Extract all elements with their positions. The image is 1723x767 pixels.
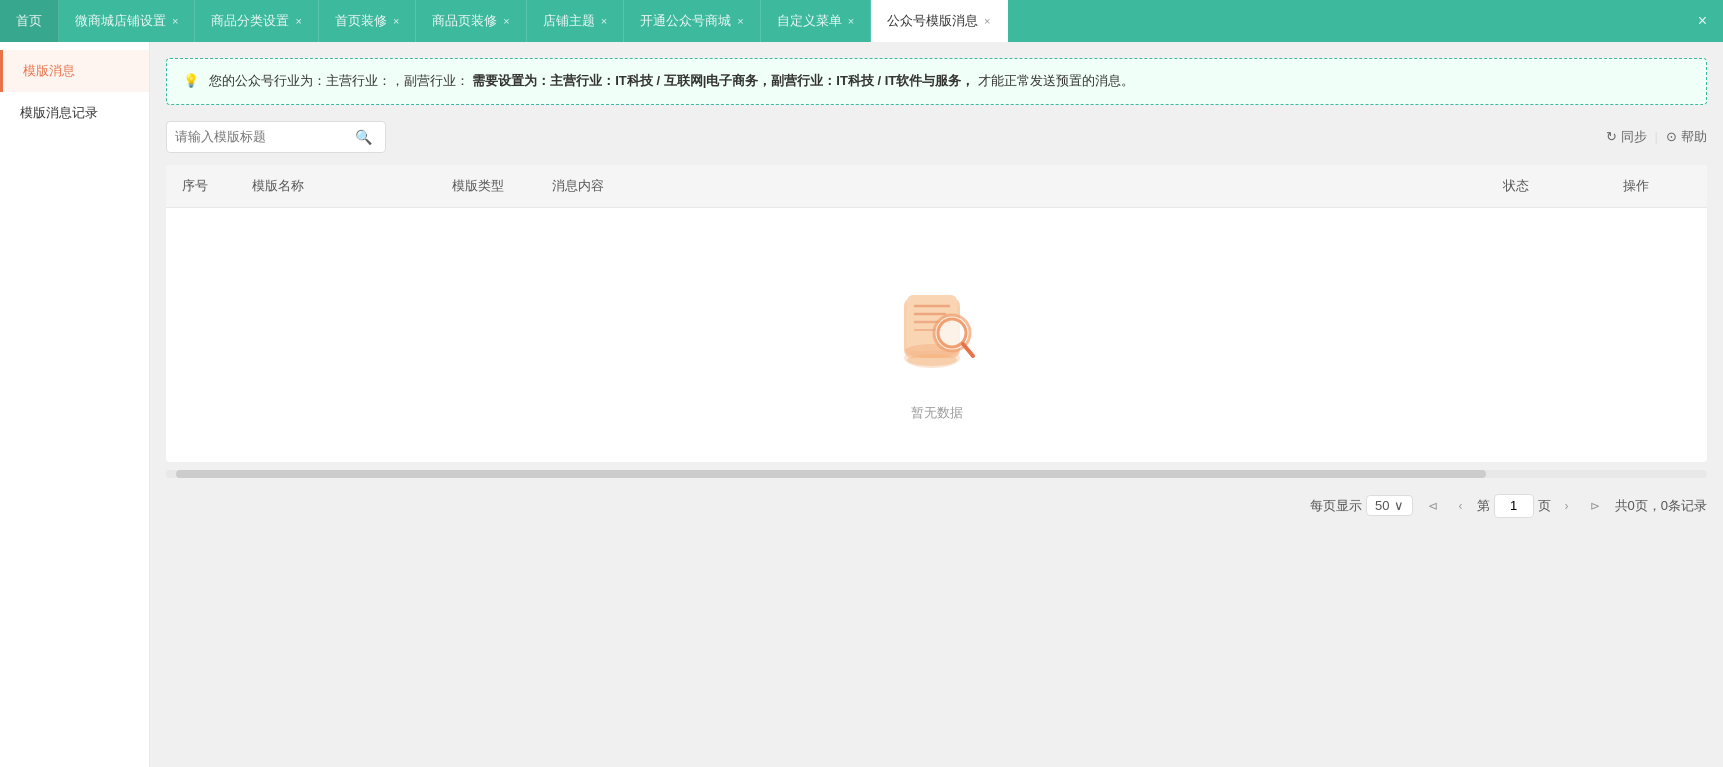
col-index: 序号 (166, 165, 236, 208)
last-page-button[interactable]: ⊳ (1583, 494, 1607, 518)
horizontal-scrollbar[interactable] (166, 470, 1707, 478)
tab-shop-settings-close[interactable]: × (172, 15, 178, 27)
scrollbar-thumb[interactable] (176, 470, 1486, 478)
help-label: 帮助 (1681, 128, 1707, 146)
tab-home-decor-close[interactable]: × (393, 15, 399, 27)
page-size-select: 每页显示 50 ∨ (1310, 495, 1412, 516)
tab-open-mall-close[interactable]: × (737, 15, 743, 27)
empty-icon (877, 268, 997, 388)
tab-open-mall-label: 开通公众号商城 (640, 12, 731, 30)
tab-open-mall[interactable]: 开通公众号商城 × (624, 0, 760, 42)
table-body: 暂无数据 (166, 207, 1707, 462)
page-unit: 页 (1538, 497, 1551, 515)
chevron-down-icon: ∨ (1394, 498, 1404, 513)
tab-product-decor-close[interactable]: × (503, 15, 509, 27)
tab-custom-menu-label: 自定义菜单 (777, 12, 842, 30)
tab-template-msg-label: 公众号模版消息 (887, 12, 978, 30)
tab-home-label: 首页 (16, 12, 42, 30)
tab-category-settings-label: 商品分类设置 (211, 12, 289, 30)
sidebar: 模版消息 模版消息记录 (0, 42, 150, 767)
data-table: 序号 模版名称 模版类型 消息内容 状态 操作 (166, 165, 1707, 462)
search-input-wrap[interactable]: 🔍 (166, 121, 386, 153)
page-size-dropdown[interactable]: 50 ∨ (1366, 495, 1412, 516)
tab-product-decor[interactable]: 商品页装修 × (416, 0, 526, 42)
tab-shop-settings[interactable]: 微商城店铺设置 × (59, 0, 195, 42)
tab-home-decor[interactable]: 首页装修 × (319, 0, 416, 42)
tab-custom-menu[interactable]: 自定义菜单 × (761, 0, 871, 42)
tab-bar-close-all[interactable]: × (1682, 12, 1723, 30)
search-icon[interactable]: 🔍 (355, 129, 372, 145)
empty-row: 暂无数据 (166, 207, 1707, 462)
sidebar-item-template-msg-record[interactable]: 模版消息记录 (0, 92, 149, 134)
page-size-value: 50 (1375, 498, 1389, 513)
sync-label: 同步 (1621, 128, 1647, 146)
col-action: 操作 (1607, 165, 1707, 208)
tab-template-msg-close[interactable]: × (984, 15, 990, 27)
help-icon: ⊙ (1666, 129, 1677, 144)
tab-category-settings[interactable]: 商品分类设置 × (195, 0, 318, 42)
notice-suffix: 才能正常发送预置的消息。 (978, 73, 1134, 88)
tab-home-decor-label: 首页装修 (335, 12, 387, 30)
first-page-button[interactable]: ⊲ (1421, 494, 1445, 518)
page-nav: ⊲ ‹ 第 页 › ⊳ (1421, 494, 1607, 518)
svg-line-10 (963, 344, 973, 356)
col-name: 模版名称 (236, 165, 436, 208)
notice-banner: 💡 您的公众号行业为：主营行业：，副营行业： 需要设置为：主营行业：IT科技 /… (166, 58, 1707, 105)
notice-icon: 💡 (183, 73, 199, 88)
sidebar-item-template-msg[interactable]: 模版消息 (0, 50, 149, 92)
col-status: 状态 (1487, 165, 1607, 208)
notice-prefix: 您的公众号行业为：主营行业：，副营行业： (209, 73, 469, 88)
page-number-input[interactable] (1494, 494, 1534, 518)
page-input-wrap: 第 页 (1477, 494, 1551, 518)
sync-button[interactable]: ↻ 同步 (1606, 128, 1647, 146)
next-page-button[interactable]: › (1555, 494, 1579, 518)
table-wrapper: 序号 模版名称 模版类型 消息内容 状态 操作 (166, 165, 1707, 462)
empty-state: 暂无数据 (166, 208, 1707, 462)
tab-store-theme-close[interactable]: × (601, 15, 607, 27)
tab-shop-settings-label: 微商城店铺设置 (75, 12, 166, 30)
total-info: 共0页，0条记录 (1615, 497, 1707, 515)
search-actions: ↻ 同步 | ⊙ 帮助 (1606, 128, 1707, 146)
col-type: 模版类型 (436, 165, 536, 208)
page-label: 第 (1477, 497, 1490, 515)
help-button[interactable]: ⊙ 帮助 (1666, 128, 1707, 146)
sync-icon: ↻ (1606, 129, 1617, 144)
notice-highlight: 需要设置为：主营行业：IT科技 / 互联网|电子商务，副营行业：IT科技 / I… (472, 73, 974, 88)
empty-text: 暂无数据 (166, 404, 1707, 422)
tab-custom-menu-close[interactable]: × (848, 15, 854, 27)
prev-page-button[interactable]: ‹ (1449, 494, 1473, 518)
tab-product-decor-label: 商品页装修 (432, 12, 497, 30)
pagination: 每页显示 50 ∨ ⊲ ‹ 第 页 › ⊳ 共0页，0条记录 (166, 486, 1707, 526)
tab-store-theme[interactable]: 店铺主题 × (527, 0, 624, 42)
search-bar: 🔍 ↻ 同步 | ⊙ 帮助 (166, 121, 1707, 153)
table-header-row: 序号 模版名称 模版类型 消息内容 状态 操作 (166, 165, 1707, 208)
main-layout: 模版消息 模版消息记录 💡 您的公众号行业为：主营行业：，副营行业： 需要设置为… (0, 42, 1723, 767)
sidebar-item-template-msg-label: 模版消息 (23, 63, 75, 78)
content-area: 💡 您的公众号行业为：主营行业：，副营行业： 需要设置为：主营行业：IT科技 /… (150, 42, 1723, 767)
tab-bar: 首页 微商城店铺设置 × 商品分类设置 × 首页装修 × 商品页装修 × 店铺主… (0, 0, 1723, 42)
action-divider: | (1655, 129, 1658, 144)
search-input[interactable] (175, 129, 355, 144)
sidebar-item-template-msg-record-label: 模版消息记录 (20, 105, 98, 120)
tab-template-msg[interactable]: 公众号模版消息 × (871, 0, 1007, 42)
page-size-label: 每页显示 (1310, 497, 1362, 515)
col-content: 消息内容 (536, 165, 1487, 208)
tab-store-theme-label: 店铺主题 (543, 12, 595, 30)
svg-point-11 (907, 354, 957, 366)
tab-category-close[interactable]: × (295, 15, 301, 27)
tab-home[interactable]: 首页 (0, 0, 59, 42)
table-header: 序号 模版名称 模版类型 消息内容 状态 操作 (166, 165, 1707, 208)
